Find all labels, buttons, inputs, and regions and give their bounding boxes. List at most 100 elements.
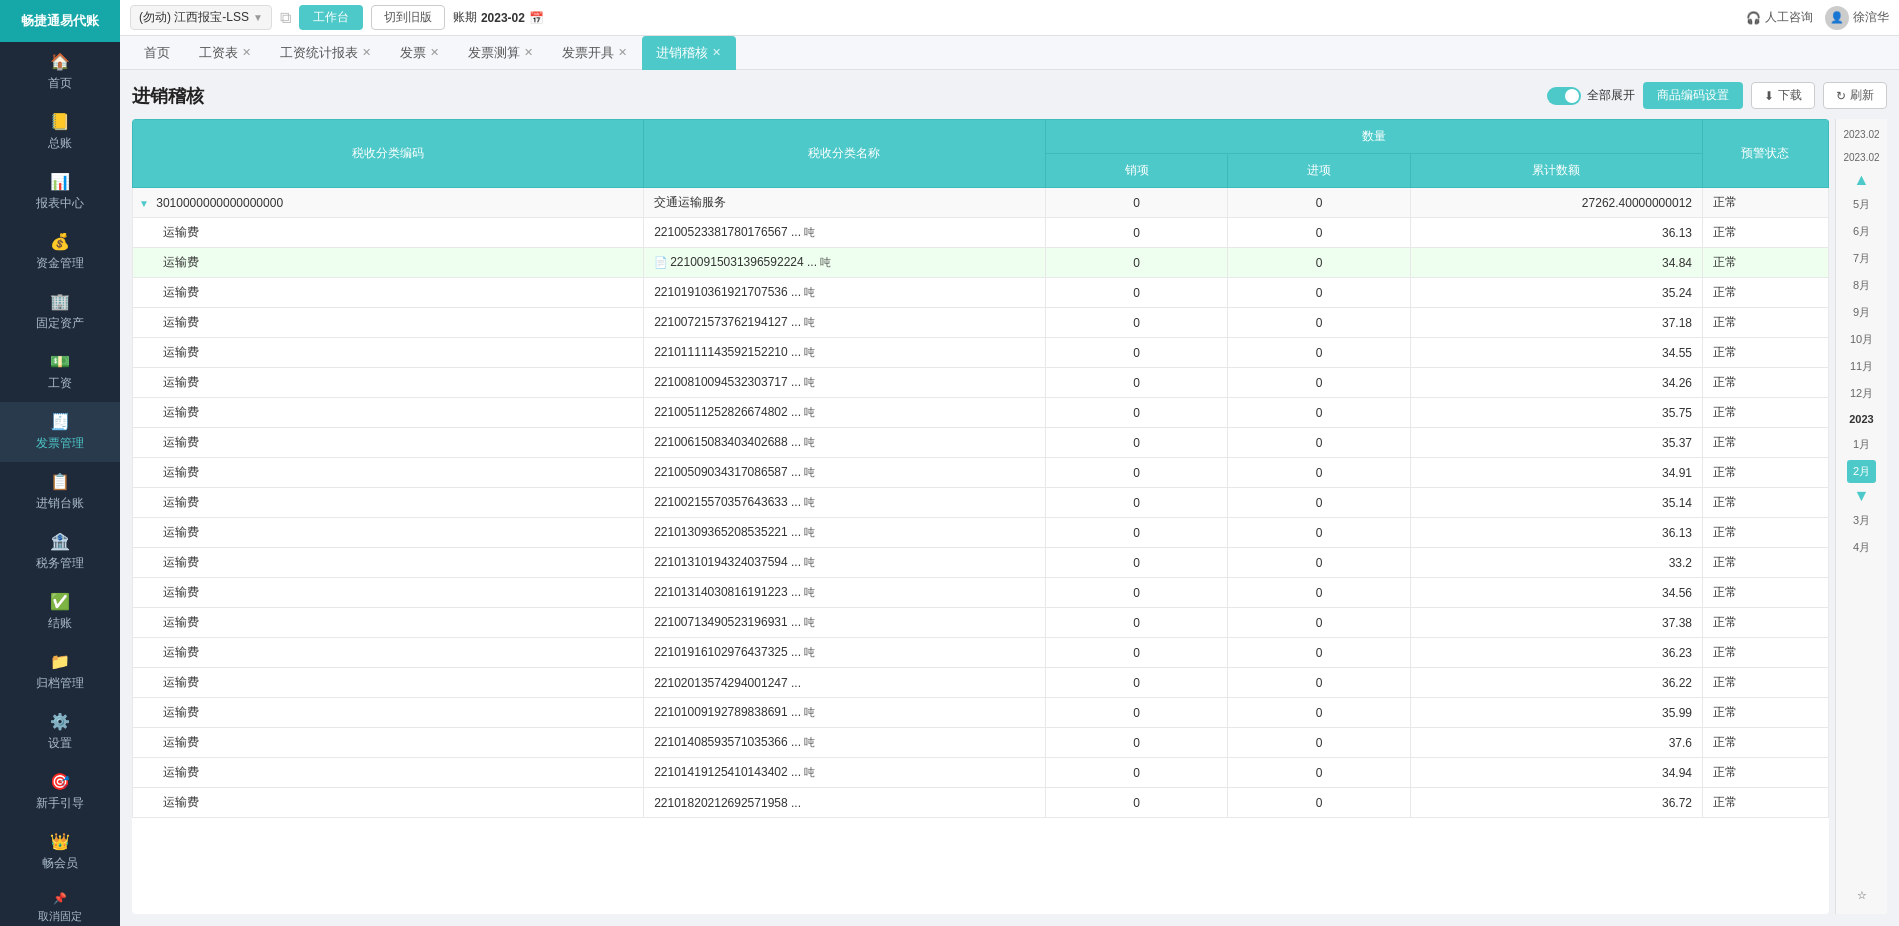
user-menu[interactable]: 👤 徐涫华 bbox=[1825, 6, 1889, 30]
table-cell-invoice-id: 22101419125410143402 ... 吨 bbox=[644, 758, 1046, 788]
company-selector[interactable]: (勿动) 江西报宝-LSS ▼ bbox=[130, 5, 272, 30]
table-row[interactable]: 运输费 22100523381780176567 ... 吨 0 0 36.13… bbox=[133, 218, 1829, 248]
table-row[interactable]: 运输费 📄22100915031396592224 ... 吨 0 0 34.8… bbox=[133, 248, 1829, 278]
sidebar-item-reports[interactable]: 📊 报表中心 bbox=[0, 162, 120, 222]
month-8[interactable]: 8月 bbox=[1851, 274, 1872, 297]
table-row[interactable]: 运输费 22100721573762194127 ... 吨 0 0 37.18… bbox=[133, 308, 1829, 338]
tab-invoice-open[interactable]: 发票开具 ✕ bbox=[548, 36, 642, 70]
table-row[interactable]: ▼ 3010000000000000000 交通运输服务 0 0 27262.4… bbox=[133, 188, 1829, 218]
sidebar-unpin[interactable]: 📌 取消固定 bbox=[0, 882, 120, 926]
month-3[interactable]: 3月 bbox=[1851, 509, 1872, 532]
table-cell-item-name: 运输费 bbox=[133, 398, 644, 428]
table-row[interactable]: 运输费 22101910361921707536 ... 吨 0 0 35.24… bbox=[133, 278, 1829, 308]
sidebar-item-settings[interactable]: ⚙️ 设置 bbox=[0, 702, 120, 762]
table-cell-cumulative: 35.14 bbox=[1410, 488, 1702, 518]
sales-ledger-icon: 📋 bbox=[50, 472, 70, 491]
sidebar-item-salary[interactable]: 💵 工资 bbox=[0, 342, 120, 402]
table-row[interactable]: 运输费 22100511252826674802 ... 吨 0 0 35.75… bbox=[133, 398, 1829, 428]
scroll-down-arrow[interactable]: ▼ bbox=[1854, 487, 1870, 505]
star-icon[interactable]: ☆ bbox=[1857, 883, 1867, 908]
tab-home-label: 首页 bbox=[144, 44, 170, 62]
table-row[interactable]: 运输费 22101009192789838691 ... 吨 0 0 35.99… bbox=[133, 698, 1829, 728]
tab-invoice-calc[interactable]: 发票测算 ✕ bbox=[454, 36, 548, 70]
table-row[interactable]: 运输费 22101310194324037594 ... 吨 0 0 33.2 … bbox=[133, 548, 1829, 578]
month-7[interactable]: 7月 bbox=[1851, 247, 1872, 270]
table-row[interactable]: 运输费 22100509034317086587 ... 吨 0 0 34.91… bbox=[133, 458, 1829, 488]
table-cell-cumulative: 37.18 bbox=[1410, 308, 1702, 338]
month-9[interactable]: 9月 bbox=[1851, 301, 1872, 324]
sidebar-item-invoice-mgmt[interactable]: 🧾 发票管理 bbox=[0, 402, 120, 462]
table-row[interactable]: 运输费 22101408593571035366 ... 吨 0 0 37.6 … bbox=[133, 728, 1829, 758]
table-cell-invoice-id: 22100523381780176567 ... 吨 bbox=[644, 218, 1046, 248]
table-row[interactable]: 运输费 22101916102976437325 ... 吨 0 0 36.23… bbox=[133, 638, 1829, 668]
table-cell-cumulative: 34.84 bbox=[1410, 248, 1702, 278]
support-link[interactable]: 🎧 人工咨询 bbox=[1746, 9, 1813, 26]
month-10[interactable]: 10月 bbox=[1848, 328, 1875, 351]
month-2-current[interactable]: 2月 bbox=[1847, 460, 1876, 483]
sidebar-item-home[interactable]: 🏠 首页 bbox=[0, 42, 120, 102]
month-6[interactable]: 6月 bbox=[1851, 220, 1872, 243]
tab-invoice-open-close[interactable]: ✕ bbox=[618, 46, 627, 59]
table-row[interactable]: 运输费 22101309365208535221 ... 吨 0 0 36.13… bbox=[133, 518, 1829, 548]
table-cell-invoice-id: 22100721573762194127 ... 吨 bbox=[644, 308, 1046, 338]
col-header-code: 税收分类编码 bbox=[133, 120, 644, 188]
table-cell-purchase: 0 bbox=[1228, 638, 1411, 668]
tab-invoice-open-label: 发票开具 bbox=[562, 44, 614, 62]
table-cell-sales: 0 bbox=[1045, 518, 1228, 548]
table-row[interactable]: 运输费 22101314030816191223 ... 吨 0 0 34.56… bbox=[133, 578, 1829, 608]
table-cell-item-name: 运输费 bbox=[133, 788, 644, 818]
reconcile-table: 税收分类编码 税收分类名称 数量 预警状态 bbox=[132, 119, 1829, 818]
table-row[interactable]: 运输费 22101111143592152210 ... 吨 0 0 34.55… bbox=[133, 338, 1829, 368]
month-5[interactable]: 5月 bbox=[1851, 193, 1872, 216]
table-row[interactable]: 运输费 22100615083403402688 ... 吨 0 0 35.37… bbox=[133, 428, 1829, 458]
tab-salary-stats-close[interactable]: ✕ bbox=[362, 46, 371, 59]
table-cell-status: 正常 bbox=[1702, 698, 1828, 728]
sidebar-item-settlement[interactable]: ✅ 结账 bbox=[0, 582, 120, 642]
tab-invoice[interactable]: 发票 ✕ bbox=[386, 36, 454, 70]
table-row[interactable]: 运输费 22101419125410143402 ... 吨 0 0 34.94… bbox=[133, 758, 1829, 788]
download-button[interactable]: ⬇ 下载 bbox=[1751, 82, 1815, 109]
sidebar-item-ledger[interactable]: 📒 总账 bbox=[0, 102, 120, 162]
table-cell-purchase: 0 bbox=[1228, 368, 1411, 398]
table-row[interactable]: 运输费 22100810094532303717 ... 吨 0 0 34.26… bbox=[133, 368, 1829, 398]
expand-arrow-icon[interactable]: ▼ bbox=[139, 198, 149, 209]
scroll-up-arrow[interactable]: ▲ bbox=[1854, 171, 1870, 189]
tab-salary-table-close[interactable]: ✕ bbox=[242, 46, 251, 59]
tab-invoice-calc-close[interactable]: ✕ bbox=[524, 46, 533, 59]
tab-invoice-close[interactable]: ✕ bbox=[430, 46, 439, 59]
table-row[interactable]: 运输费 22100215570357643633 ... 吨 0 0 35.14… bbox=[133, 488, 1829, 518]
tab-reconcile-close[interactable]: ✕ bbox=[712, 46, 721, 59]
archive-icon: 📁 bbox=[50, 652, 70, 671]
expand-toggle[interactable] bbox=[1547, 87, 1581, 105]
product-code-settings-button[interactable]: 商品编码设置 bbox=[1643, 82, 1743, 109]
sidebar-item-tax-mgmt[interactable]: 🏦 税务管理 bbox=[0, 522, 120, 582]
sidebar: 畅捷通易代账 🏠 首页 📒 总账 📊 报表中心 💰 资金管理 🏢 固定资产 💵 … bbox=[0, 0, 120, 926]
col-header-status: 预警状态 bbox=[1702, 120, 1828, 188]
month-12[interactable]: 12月 bbox=[1848, 382, 1875, 405]
switch-version-button[interactable]: 切到旧版 bbox=[371, 5, 445, 30]
calendar-icon: 📅 bbox=[529, 11, 544, 25]
table-row[interactable]: 运输费 22101820212692571958 ... 0 0 36.72 正… bbox=[133, 788, 1829, 818]
sidebar-item-label: 首页 bbox=[48, 75, 72, 92]
tab-home[interactable]: 首页 bbox=[130, 36, 185, 70]
sidebar-item-fund[interactable]: 💰 资金管理 bbox=[0, 222, 120, 282]
sidebar-item-member[interactable]: 👑 畅会员 bbox=[0, 822, 120, 882]
table-row[interactable]: 运输费 22102013574294001247 ... 0 0 36.22 正… bbox=[133, 668, 1829, 698]
sidebar-item-sales-ledger[interactable]: 📋 进销台账 bbox=[0, 462, 120, 522]
tab-reconcile[interactable]: 进销稽核 ✕ bbox=[642, 36, 736, 70]
sidebar-item-assets[interactable]: 🏢 固定资产 bbox=[0, 282, 120, 342]
month-4[interactable]: 4月 bbox=[1851, 536, 1872, 559]
logo-text: 畅捷通易代账 bbox=[21, 13, 99, 28]
refresh-button[interactable]: ↻ 刷新 bbox=[1823, 82, 1887, 109]
sidebar-item-label: 畅会员 bbox=[42, 855, 78, 872]
workbench-button[interactable]: 工作台 bbox=[299, 5, 363, 30]
col-header-name: 税收分类名称 bbox=[644, 120, 1046, 188]
sidebar-item-archive[interactable]: 📁 归档管理 bbox=[0, 642, 120, 702]
tab-salary-stats[interactable]: 工资统计报表 ✕ bbox=[266, 36, 386, 70]
month-1[interactable]: 1月 bbox=[1851, 433, 1872, 456]
month-11[interactable]: 11月 bbox=[1848, 355, 1875, 378]
table-row[interactable]: 运输费 22100713490523196931 ... 吨 0 0 37.38… bbox=[133, 608, 1829, 638]
tab-salary-table-label: 工资表 bbox=[199, 44, 238, 62]
sidebar-item-guide[interactable]: 🎯 新手引导 bbox=[0, 762, 120, 822]
tab-salary-table[interactable]: 工资表 ✕ bbox=[185, 36, 266, 70]
